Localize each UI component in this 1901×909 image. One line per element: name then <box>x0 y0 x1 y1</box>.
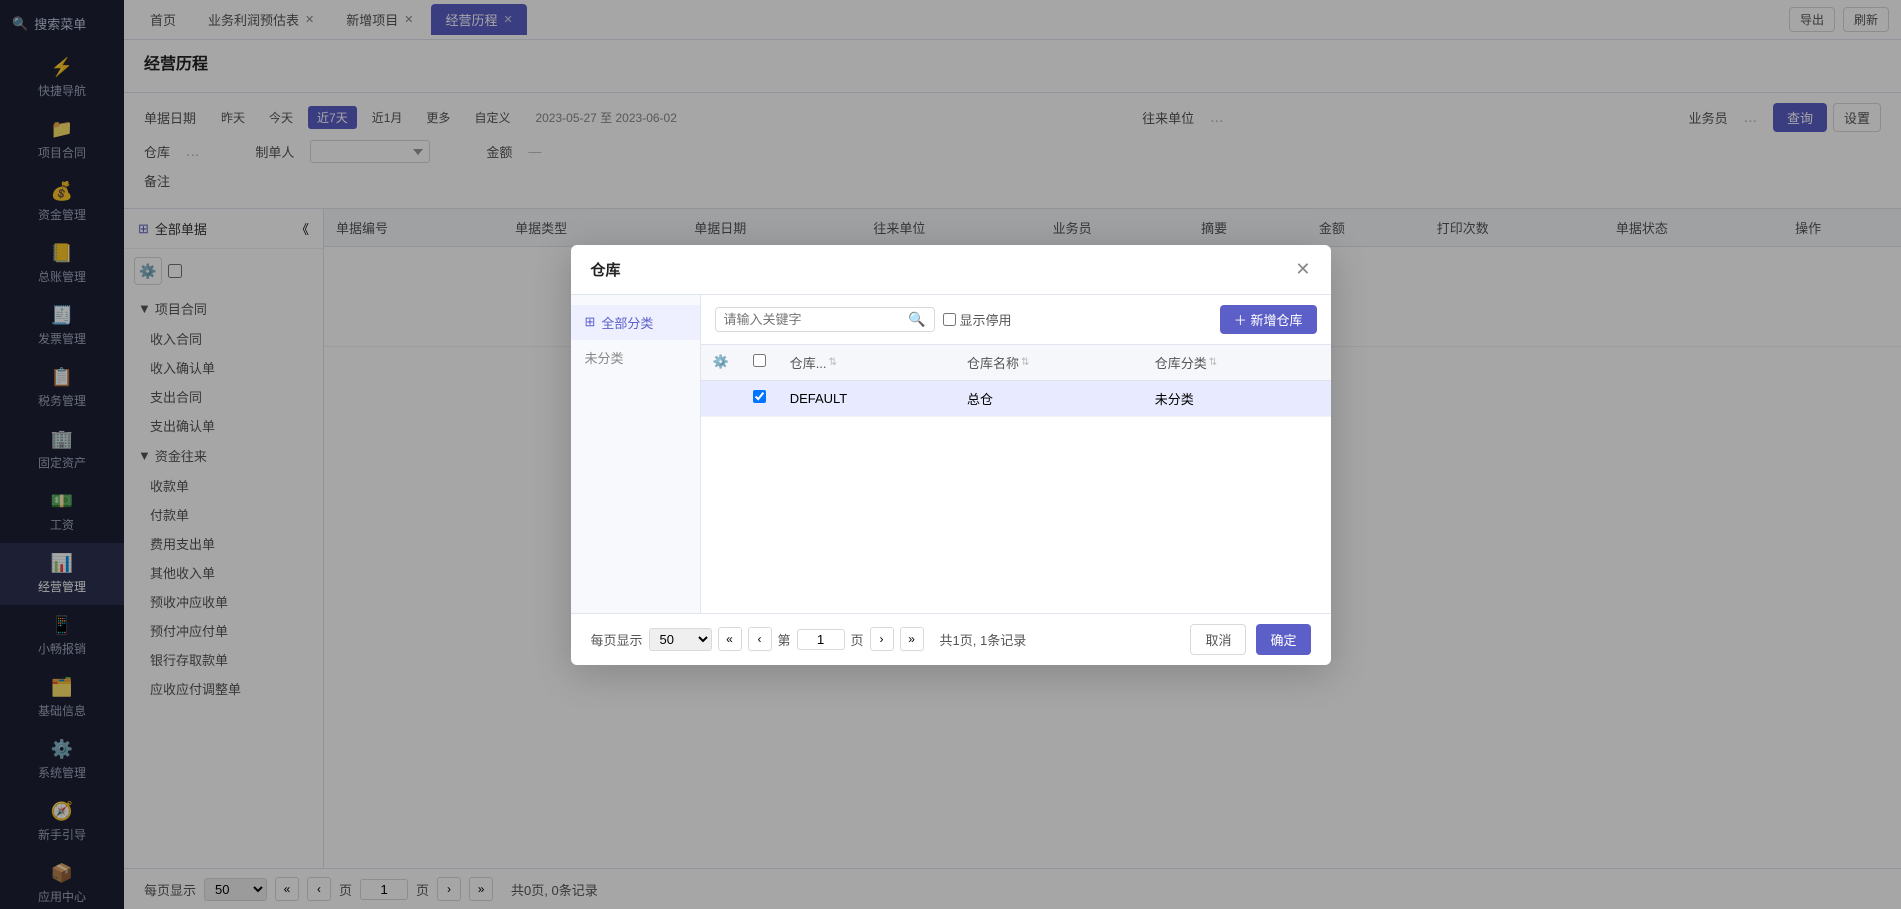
modal-footer: 每页显示 50 « ‹ 第 页 › » 共1页, 1条记录 取消 确定 <box>571 613 1331 665</box>
modal-col-category: 仓库分类 ⇅ <box>1143 345 1331 381</box>
modal-title: 仓库 <box>591 259 621 280</box>
modal-category-uncategorized-label: 未分类 <box>585 351 624 366</box>
modal-cancel-button[interactable]: 取消 <box>1190 624 1246 655</box>
modal-row-code: DEFAULT <box>778 380 955 416</box>
modal-row-check[interactable] <box>753 390 766 403</box>
sort-icon-name: ⇅ <box>1021 357 1029 368</box>
modal-per-page-label: 每页显示 <box>591 630 643 649</box>
modal-col-name-sort: 仓库名称 ⇅ <box>967 353 1131 372</box>
modal-col-settings: ⚙️ <box>701 345 741 381</box>
modal-header: 仓库 ✕ <box>571 245 1331 295</box>
modal-select-all[interactable] <box>753 354 766 367</box>
modal-per-page-select[interactable]: 50 <box>649 628 712 651</box>
modal-first-btn[interactable]: « <box>718 627 742 651</box>
modal-total-label: 共1页, 1条记录 <box>940 630 1027 649</box>
modal-category-uncategorized[interactable]: 未分类 <box>571 340 700 375</box>
modal-col-category-sort: 仓库分类 ⇅ <box>1155 353 1319 372</box>
sort-icon-category: ⇅ <box>1209 357 1217 368</box>
modal-page-label: 第 <box>778 630 791 649</box>
modal-search-icon: 🔍 <box>908 311 925 328</box>
modal-col-name: 仓库名称 ⇅ <box>955 345 1143 381</box>
modal-row-name: 总仓 <box>955 380 1143 416</box>
modal-prev-btn[interactable]: ‹ <box>748 627 772 651</box>
modal-table-row[interactable]: DEFAULT 总仓 未分类 <box>701 380 1331 416</box>
modal-close-button[interactable]: ✕ <box>1295 259 1310 280</box>
modal-pagination: 每页显示 50 « ‹ 第 页 › » 共1页, 1条记录 <box>591 627 1027 651</box>
modal-last-btn[interactable]: » <box>900 627 924 651</box>
modal-page-input[interactable] <box>797 629 845 650</box>
add-warehouse-button[interactable]: ＋ 新增仓库 <box>1220 305 1317 334</box>
modal-settings-icon[interactable]: ⚙️ <box>713 354 729 369</box>
modal-content: 🔍 显示停用 ＋ 新增仓库 ⚙️ <box>701 295 1331 613</box>
warehouse-modal: 仓库 ✕ ⊞ 全部分类 未分类 🔍 显示停用 <box>571 245 1331 665</box>
modal-category-all[interactable]: ⊞ 全部分类 <box>571 305 700 340</box>
show-disabled-label[interactable]: 显示停用 <box>943 310 1012 329</box>
modal-toolbar: 🔍 显示停用 ＋ 新增仓库 <box>701 295 1331 345</box>
modal-search-wrap: 🔍 <box>715 307 935 332</box>
modal-body: ⊞ 全部分类 未分类 🔍 显示停用 ＋ 新增仓库 <box>571 295 1331 613</box>
modal-row-checkbox <box>741 380 778 416</box>
modal-row-settings <box>701 380 741 416</box>
modal-next-btn[interactable]: › <box>870 627 894 651</box>
modal-row-category: 未分类 <box>1143 380 1331 416</box>
modal-col-code-sort: 仓库... ⇅ <box>790 353 943 372</box>
modal-actions: 取消 确定 <box>1190 624 1310 655</box>
modal-page-suffix: 页 <box>851 630 864 649</box>
modal-sidebar: ⊞ 全部分类 未分类 <box>571 295 701 613</box>
show-disabled-checkbox[interactable] <box>943 313 956 326</box>
modal-category-all-label: 全部分类 <box>601 313 653 332</box>
grid-icon: ⊞ <box>585 314 596 330</box>
sort-icon-code: ⇅ <box>829 357 837 368</box>
modal-confirm-button[interactable]: 确定 <box>1256 624 1310 655</box>
modal-search-input[interactable] <box>724 312 909 327</box>
modal-table-area: ⚙️ 仓库... ⇅ <box>701 345 1331 613</box>
modal-col-checkbox <box>741 345 778 381</box>
modal-table: ⚙️ 仓库... ⇅ <box>701 345 1331 417</box>
show-disabled-text: 显示停用 <box>960 310 1012 329</box>
modal-col-code: 仓库... ⇅ <box>778 345 955 381</box>
